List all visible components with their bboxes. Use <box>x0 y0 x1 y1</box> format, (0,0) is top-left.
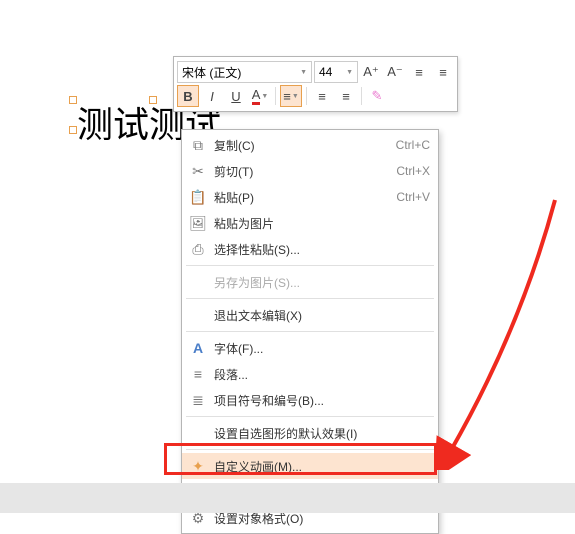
menu-save-as-picture: 另存为图片(S)... <box>182 269 438 295</box>
align-left-button[interactable]: ≡▼ <box>280 85 302 107</box>
align-right-button[interactable]: ≡ <box>335 85 357 107</box>
font-color-button[interactable]: A▼ <box>249 85 271 107</box>
menu-paragraph[interactable]: ≡段落... <box>182 361 438 387</box>
copy-icon: ⧉ <box>188 137 208 154</box>
cut-icon: ✂ <box>188 163 208 180</box>
bullets-icon: ≣ <box>188 392 208 409</box>
menu-font[interactable]: A字体(F)... <box>182 335 438 361</box>
menu-bullets[interactable]: ≣项目符号和编号(B)... <box>182 387 438 413</box>
menu-separator <box>186 449 434 450</box>
bold-button[interactable]: B <box>177 85 199 107</box>
menu-separator <box>186 416 434 417</box>
animation-icon: ✦ <box>188 458 208 475</box>
paste-special-icon: ⎙ <box>188 241 208 258</box>
resize-handle-n[interactable] <box>149 96 157 104</box>
format-painter-button[interactable]: ✎ <box>366 85 388 107</box>
align-center-button[interactable]: ≡ <box>311 85 333 107</box>
increase-indent-button[interactable]: ≡ <box>432 61 454 83</box>
underline-button[interactable]: U <box>225 85 247 107</box>
font-icon: A <box>188 340 208 356</box>
font-family-select[interactable]: 宋体 (正文)▼ <box>177 61 312 83</box>
mini-toolbar: 宋体 (正文)▼ 44▼ A⁺ A⁻ ≡ ≡ B I U A▼ ≡▼ ≡ ≡ ✎ <box>173 56 458 112</box>
resize-handle-w[interactable] <box>69 126 77 134</box>
menu-set-default[interactable]: 设置自选图形的默认效果(I) <box>182 420 438 446</box>
decrease-font-button[interactable]: A⁻ <box>384 61 406 83</box>
menu-paste-as-picture[interactable]: 🖼粘贴为图片 <box>182 210 438 236</box>
paragraph-icon: ≡ <box>188 366 208 382</box>
menu-cut[interactable]: ✂剪切(T)Ctrl+X <box>182 158 438 184</box>
resize-handle-nw[interactable] <box>69 96 77 104</box>
menu-copy[interactable]: ⧉复制(C)Ctrl+C <box>182 132 438 158</box>
menu-paste[interactable]: 📋粘贴(P)Ctrl+V <box>182 184 438 210</box>
menu-custom-animation[interactable]: ✦自定义动画(M)... <box>182 453 438 479</box>
menu-exit-edit[interactable]: 退出文本编辑(X) <box>182 302 438 328</box>
increase-font-button[interactable]: A⁺ <box>360 61 382 83</box>
italic-button[interactable]: I <box>201 85 223 107</box>
bottom-bar <box>0 483 575 513</box>
decrease-indent-button[interactable]: ≡ <box>408 61 430 83</box>
context-menu: ⧉复制(C)Ctrl+C ✂剪切(T)Ctrl+X 📋粘贴(P)Ctrl+V 🖼… <box>181 129 439 534</box>
menu-separator <box>186 265 434 266</box>
font-size-select[interactable]: 44▼ <box>314 61 358 83</box>
paste-picture-icon: 🖼 <box>188 215 208 232</box>
menu-separator <box>186 331 434 332</box>
menu-paste-special[interactable]: ⎙选择性粘贴(S)... <box>182 236 438 262</box>
menu-separator <box>186 298 434 299</box>
paste-icon: 📋 <box>188 189 208 206</box>
